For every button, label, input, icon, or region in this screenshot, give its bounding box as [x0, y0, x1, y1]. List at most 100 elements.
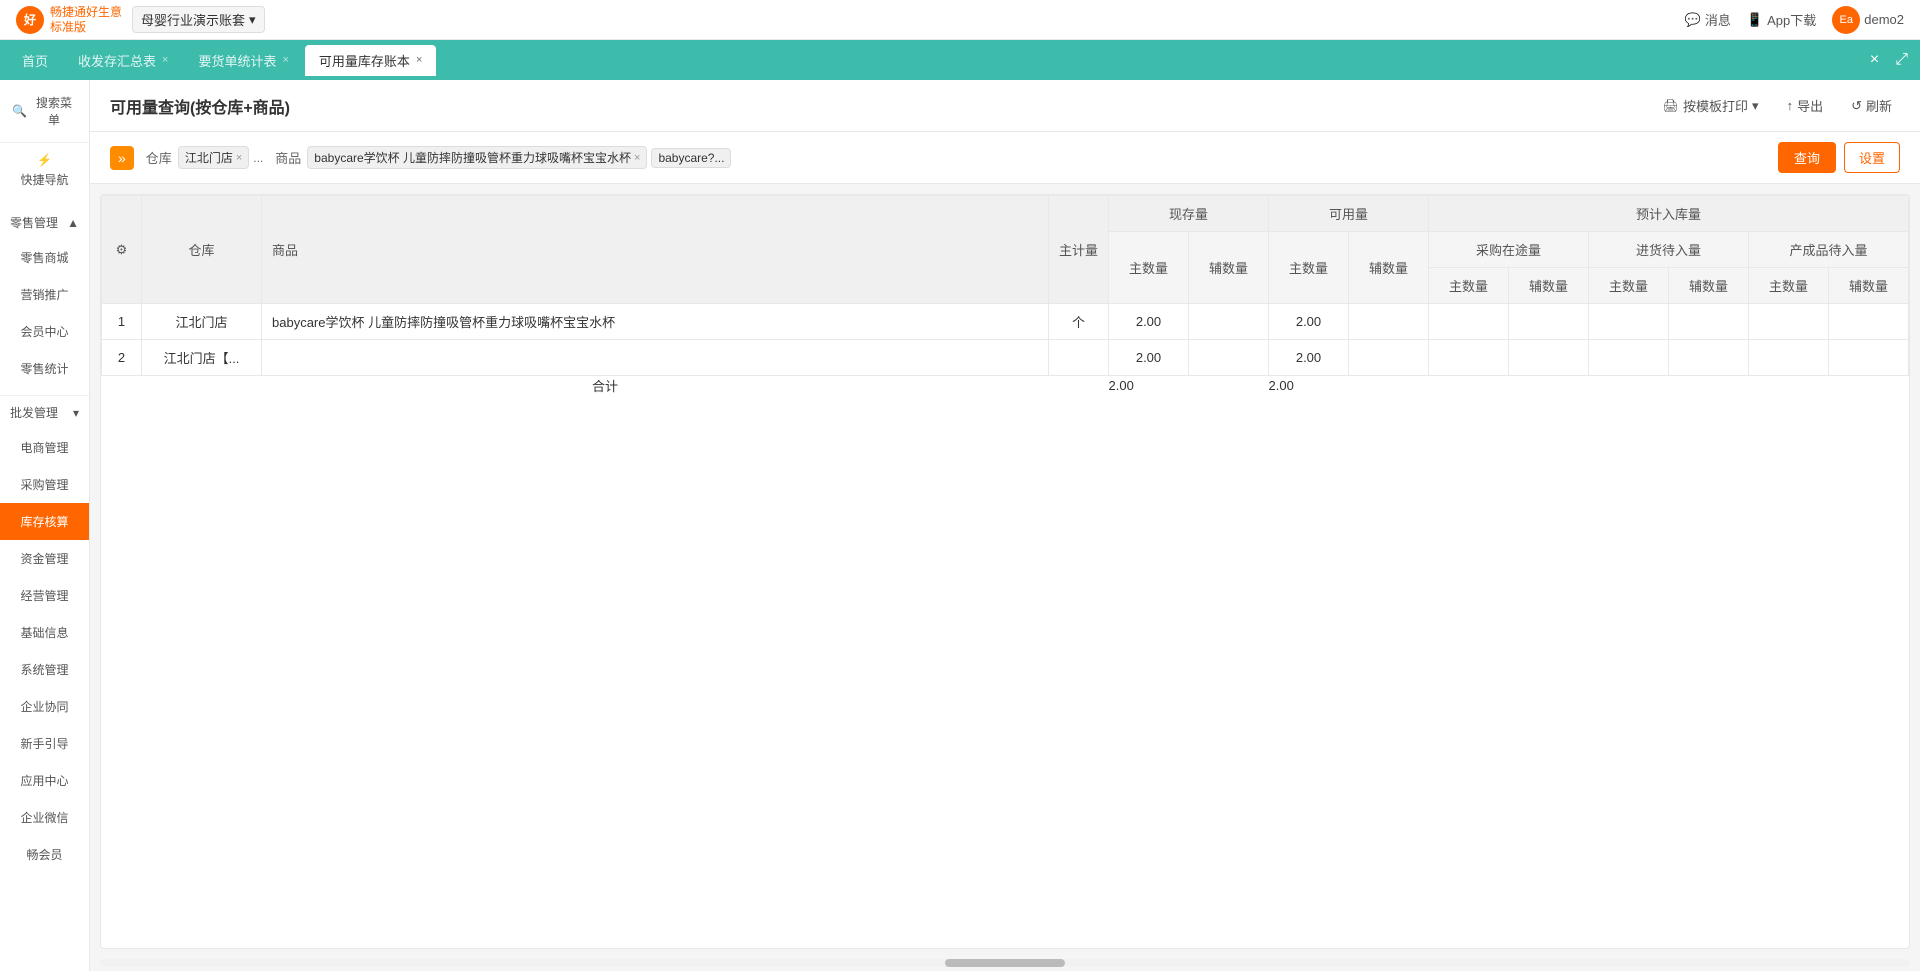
product-tag-1-close[interactable]: ×	[634, 152, 640, 164]
main-layout: 🔍 搜索菜单 ⚡ 快捷导航 零售管理 ▲ 零售商城 营销推广 会员中心	[0, 80, 1920, 971]
th-available-main: 主数量	[1269, 232, 1349, 304]
th-inc-main: 主数量	[1589, 268, 1669, 304]
cell-stock-main: 2.00	[1109, 340, 1189, 376]
top-bar-left: 好 畅捷通好生意 标准版 母婴行业演示账套 ▾	[16, 5, 265, 34]
cell-unit: 个	[1048, 304, 1108, 340]
sidebar-item-retail-mall[interactable]: 零售商城	[0, 239, 89, 276]
cell-available-main: 2.00	[1269, 304, 1349, 340]
product-tag-babycare: babycare学饮杯 儿童防摔防撞吸管杯重力球吸嘴杯宝宝水杯 ×	[307, 146, 647, 169]
settings-button[interactable]: 设置	[1844, 142, 1900, 173]
product-filter-group: 商品 babycare学饮杯 儿童防摔防撞吸管杯重力球吸嘴杯宝宝水杯 × bab…	[275, 146, 731, 169]
tab-close-all-button[interactable]: ×	[1866, 47, 1883, 73]
footer-inc-main	[1589, 376, 1669, 396]
horizontal-scrollbar[interactable]	[100, 959, 1910, 967]
footer-available-aux	[1349, 376, 1429, 396]
footer-inc-aux	[1669, 376, 1749, 396]
search-menu-button[interactable]: 🔍 搜索菜单	[8, 90, 81, 132]
logo-text: 畅捷通好生意 标准版	[50, 5, 122, 34]
quick-nav-icon: ⚡	[37, 153, 52, 167]
tab-available-stock-close[interactable]: ×	[416, 54, 422, 66]
sidebar-item-quick-nav[interactable]: ⚡ 快捷导航	[0, 143, 89, 198]
filter-area: » 仓库 江北门店 × ... 商品 babycare学饮杯 儿童防摔防撞吸管杯…	[90, 132, 1920, 184]
page-title: 可用量查询(按仓库+商品)	[110, 94, 290, 118]
tab-recv-summary[interactable]: 收发存汇总表 ×	[64, 45, 182, 76]
template-print-button[interactable]: 🖨 按模板打印 ▾	[1655, 92, 1767, 119]
tab-available-stock[interactable]: 可用量库存账本 ×	[305, 45, 436, 76]
cell-inc-main	[1589, 304, 1669, 340]
footer-pt-main	[1429, 376, 1509, 396]
message-icon: 💬	[1685, 12, 1701, 28]
product-tag-container: babycare学饮杯 儿童防摔防撞吸管杯重力球吸嘴杯宝宝水杯 × babyca…	[307, 146, 731, 169]
cell-no: 1	[102, 304, 142, 340]
th-fin-aux: 辅数量	[1829, 268, 1909, 304]
sidebar-item-wholesale[interactable]: 批发管理 ▾	[0, 396, 89, 429]
cell-product: babycare学饮杯 儿童防摔防撞吸管杯重力球吸嘴杯宝宝水杯	[262, 304, 1049, 340]
cell-product	[262, 340, 1049, 376]
tab-order-stats[interactable]: 要货单统计表 ×	[184, 45, 302, 76]
cell-inc-aux	[1669, 340, 1749, 376]
sidebar-item-vip[interactable]: 畅会员	[0, 836, 89, 873]
industry-selector[interactable]: 母婴行业演示账套 ▾	[132, 6, 265, 33]
th-available-header: 可用量	[1269, 196, 1429, 232]
tab-recv-summary-close[interactable]: ×	[162, 54, 168, 66]
tab-expand-button[interactable]: ⤢	[1891, 47, 1912, 73]
sidebar-item-operations[interactable]: 经营管理	[0, 577, 89, 614]
th-warehouse: 仓库	[142, 196, 262, 304]
sidebar-item-inventory[interactable]: 库存核算	[0, 503, 89, 540]
cell-available-aux	[1349, 340, 1429, 376]
th-finished: 产成品待入量	[1749, 232, 1909, 268]
sidebar: 🔍 搜索菜单 ⚡ 快捷导航 零售管理 ▲ 零售商城 营销推广 会员中心	[0, 80, 90, 971]
sidebar-item-member[interactable]: 会员中心	[0, 313, 89, 350]
cell-no: 2	[102, 340, 142, 376]
product-tag-babycare2: babycare?...	[651, 148, 731, 168]
chevron-down-icon: ▾	[1752, 98, 1759, 114]
sidebar-item-basics[interactable]: 基础信息	[0, 614, 89, 651]
sidebar-item-system[interactable]: 系统管理	[0, 651, 89, 688]
sidebar-search-area: 🔍 搜索菜单	[0, 80, 89, 143]
query-button[interactable]: 查询	[1778, 142, 1836, 173]
product-label: 商品	[275, 148, 301, 167]
cell-pt-aux	[1509, 304, 1589, 340]
footer-stock-aux	[1189, 376, 1269, 396]
app-download-button[interactable]: 📱 App下载	[1747, 10, 1816, 29]
logo-icon: 好	[16, 6, 44, 34]
message-button[interactable]: 💬 消息	[1685, 10, 1731, 29]
warehouse-tag-close[interactable]: ×	[236, 152, 242, 164]
tab-home[interactable]: 首页	[8, 45, 62, 76]
scrollbar-thumb	[945, 959, 1065, 967]
refresh-button[interactable]: ↺ 刷新	[1843, 92, 1900, 119]
content-area: 可用量查询(按仓库+商品) 🖨 按模板打印 ▾ ↑ 导出 ↺ 刷新 »	[90, 80, 1920, 971]
cell-fin-aux	[1829, 304, 1909, 340]
footer-available-main: 2.00	[1269, 376, 1349, 396]
th-pt-aux: 辅数量	[1509, 268, 1589, 304]
cell-stock-main: 2.00	[1109, 304, 1189, 340]
page-header: 可用量查询(按仓库+商品) 🖨 按模板打印 ▾ ↑ 导出 ↺ 刷新	[90, 80, 1920, 132]
sidebar-item-retail-stats[interactable]: 零售统计	[0, 350, 89, 387]
warehouse-more[interactable]: ...	[253, 151, 263, 165]
cell-fin-aux	[1829, 340, 1909, 376]
cell-pt-aux	[1509, 340, 1589, 376]
top-bar: 好 畅捷通好生意 标准版 母婴行业演示账套 ▾ 💬 消息 📱 App下载 Ea …	[0, 0, 1920, 40]
sidebar-item-apps[interactable]: 应用中心	[0, 762, 89, 799]
avatar: Ea	[1832, 6, 1860, 34]
logo-area: 好 畅捷通好生意 标准版	[16, 5, 122, 34]
cell-fin-main	[1749, 304, 1829, 340]
user-profile[interactable]: Ea demo2	[1832, 6, 1904, 34]
sidebar-item-marketing[interactable]: 营销推广	[0, 276, 89, 313]
th-settings-gear[interactable]: ⚙	[102, 196, 142, 304]
tab-order-stats-close[interactable]: ×	[282, 54, 288, 66]
sidebar-item-newbie[interactable]: 新手引导	[0, 725, 89, 762]
search-icon: 🔍	[12, 104, 27, 118]
sidebar-item-wechat[interactable]: 企业微信	[0, 799, 89, 836]
sidebar-item-enterprise[interactable]: 企业协同	[0, 688, 89, 725]
sidebar-item-retail-management[interactable]: 零售管理 ▲	[0, 206, 89, 239]
table-row: 2 江北门店【... 2.00 2.00	[102, 340, 1909, 376]
filter-toggle-button[interactable]: »	[110, 146, 134, 170]
cell-pt-main	[1429, 304, 1509, 340]
filter-actions: 查询 设置	[1778, 142, 1900, 173]
export-icon: ↑	[1787, 98, 1794, 113]
sidebar-item-ecommerce[interactable]: 电商管理	[0, 429, 89, 466]
sidebar-item-purchase[interactable]: 采购管理	[0, 466, 89, 503]
sidebar-item-finance[interactable]: 资金管理	[0, 540, 89, 577]
export-button[interactable]: ↑ 导出	[1779, 92, 1832, 119]
